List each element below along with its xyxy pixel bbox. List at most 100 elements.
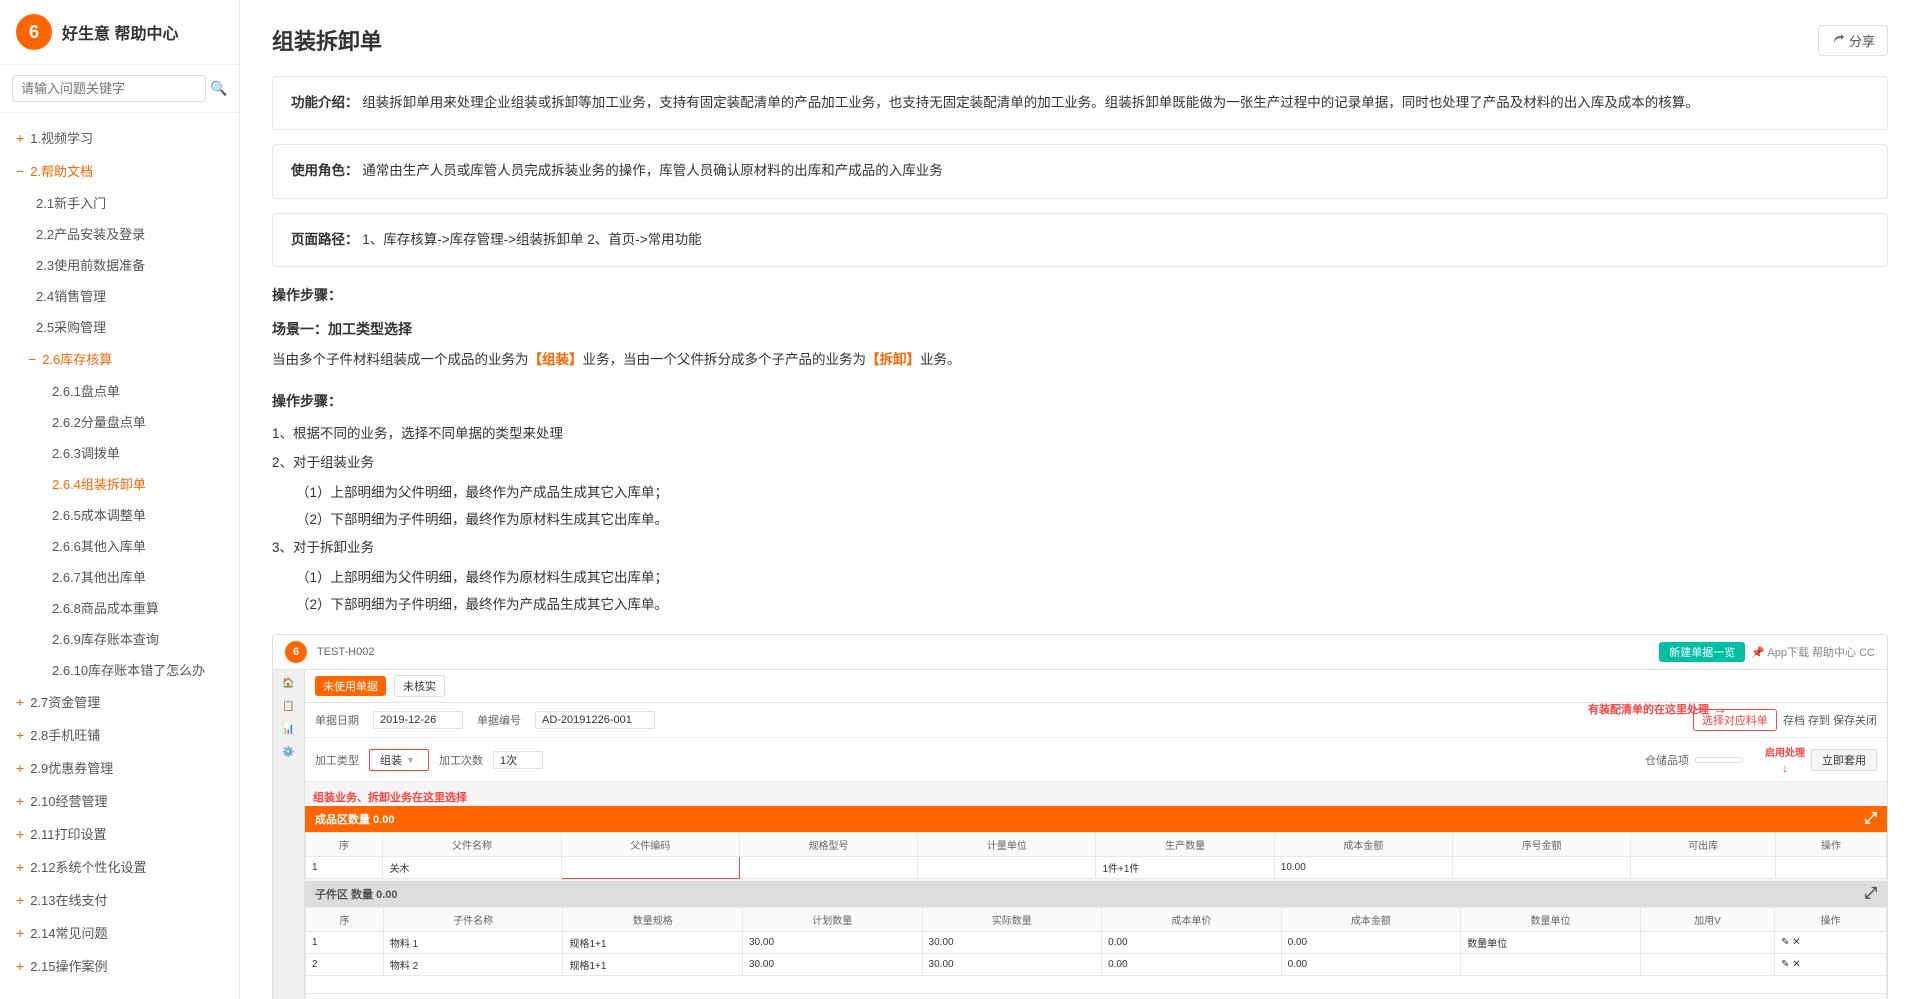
mock-type-select[interactable]: 组装 ▼: [369, 749, 429, 771]
expand-icon: +: [16, 859, 24, 875]
mock-bottom-table: 序 子件名称 数量规格 计划数量 实际数量 成本单价 成本金额 数量单位 加用V: [305, 907, 1887, 999]
mock-td-code[interactable]: [561, 857, 739, 879]
mock-billno-input[interactable]: [535, 711, 655, 729]
mock-main-area: 未使用单据 未核实 单据日期 单据编号 有装配清单的: [305, 670, 1887, 999]
expand-icon: +: [16, 826, 24, 842]
mock-warehouse-input[interactable]: [1695, 757, 1743, 763]
sidebar-item-goodscost[interactable]: 2.6.8商品成本重算: [0, 592, 239, 623]
table-row: [306, 976, 1887, 994]
sidebar-sub-label: 2.6.1盘点单: [52, 384, 120, 399]
annotation3-text: 组装业务、拆卸业务在这里选择: [313, 789, 467, 805]
sidebar-item-sysconfig[interactable]: + 2.12系统个性化设置: [0, 850, 239, 883]
mock-btd-specqty: 规格1+1: [563, 954, 743, 976]
sidebar-item-ops[interactable]: + 2.10经营管理: [0, 784, 239, 817]
scenario1-title: 场景一：加工类型选择: [272, 319, 1888, 339]
mock-btd-enable: [1640, 932, 1774, 954]
mock-toolbar: 未使用单据 未核实: [305, 670, 1887, 703]
mock-td-name: 关木: [383, 857, 561, 879]
mock-th-unit: 计量单位: [918, 833, 1096, 857]
mock-tab-new[interactable]: 未使用单据: [315, 676, 386, 696]
mock-new-btn[interactable]: 新建单据一览: [1659, 642, 1745, 662]
sidebar-item-costadj[interactable]: 2.6.5成本调整单: [0, 499, 239, 530]
sidebar-item-mobile[interactable]: + 2.8手机旺铺: [0, 718, 239, 751]
sidebar-item-data[interactable]: 2.3使用前数据准备: [0, 249, 239, 280]
sidebar-item-assembly[interactable]: 2.6.4组装拆卸单: [0, 468, 239, 499]
sidebar-item-label: 2.14常见问题: [30, 923, 107, 942]
search-button[interactable]: 🔍: [210, 80, 227, 97]
share-button[interactable]: 分享: [1818, 25, 1888, 56]
sidebar-item-sales[interactable]: 2.4销售管理: [0, 280, 239, 311]
sidebar-item-adjust[interactable]: 2.6.3调拨单: [0, 437, 239, 468]
mock-type-label: 加工类型: [315, 752, 359, 768]
mock-td-spec: [739, 857, 917, 879]
main-content: 组装拆卸单 分享 功能介绍： 组装拆卸单用来处理企业组装或拆卸等加工业务，支持有…: [240, 0, 1920, 999]
sidebar-item-inventory[interactable]: − 2.6库存核算: [0, 342, 239, 375]
mock-td-seq: 1: [306, 857, 383, 879]
mock-top-table-container: 序 父件名称 父件编码 规格型号 计量单位 生产数量 成本金额 序号金额 可出库: [305, 832, 1887, 879]
mock-th-canout: 可出库: [1631, 833, 1776, 857]
mock-btd-realqty: 30.00: [922, 954, 1102, 976]
sidebar-sub-label: 2.6.2分量盘点单: [52, 415, 146, 430]
sidebar-item-otherinstock[interactable]: 2.6.6其他入库单: [0, 530, 239, 561]
mock-btd-qtyunit: 数量单位: [1461, 932, 1641, 954]
intro-block: 功能介绍： 组装拆卸单用来处理企业组装或拆卸等加工业务，支持有固定装配清单的产品…: [272, 76, 1888, 130]
sidebar-item-print[interactable]: + 2.11打印设置: [0, 817, 239, 850]
search-input[interactable]: [12, 75, 206, 102]
sidebar-item-video[interactable]: + 1.视频学习: [0, 121, 239, 154]
sidebar-item-cases[interactable]: + 2.15操作案例: [0, 949, 239, 982]
mock-btd-seq: 2: [306, 954, 384, 976]
mock-bottom-section-label: 子件区 数量 0.00: [315, 886, 398, 902]
sidebar-item-install[interactable]: 2.2产品安装及登录: [0, 218, 239, 249]
sidebar-sub-label: 2.1新手入门: [36, 196, 106, 211]
sidebar-item-finance[interactable]: + 2.7资金管理: [0, 685, 239, 718]
mock-nav-settings: ⚙️: [282, 747, 294, 758]
sidebar-item-label: 1.视频学习: [30, 128, 93, 147]
mock-topbar: 6 TEST-H002 新建单据一览 📌 App下载 帮助中心 CC: [273, 635, 1887, 670]
sidebar-item-partstocktake[interactable]: 2.6.2分量盘点单: [0, 406, 239, 437]
sidebar-item-otheroutstock[interactable]: 2.6.7其他出库单: [0, 561, 239, 592]
intro-text: 组装拆卸单用来处理企业组装或拆卸等加工业务，支持有固定装配清单的产品加工业务，也…: [362, 95, 1699, 110]
mock-count-label: 加工次数: [439, 752, 483, 768]
mock-apply-btn[interactable]: 立即套用: [1811, 749, 1877, 771]
sidebar-sub-label: 2.6.3调拨单: [52, 446, 120, 461]
annotation1-text: 有装配清单的在这里处理: [1588, 701, 1709, 717]
mock-td-cost: 10.00: [1274, 857, 1452, 879]
sidebar-item-docs[interactable]: − 2.帮助文档: [0, 154, 239, 187]
mock-count-input[interactable]: [493, 751, 543, 769]
annotation-type: 组装业务、拆卸业务在这里选择: [313, 789, 467, 805]
sidebar-item-stockquery[interactable]: 2.6.9库存账本查询: [0, 623, 239, 654]
mock-expand-icon[interactable]: ⤢: [1864, 810, 1877, 828]
sidebar-item-coupon[interactable]: + 2.9优惠券管理: [0, 751, 239, 784]
step3-2: （2）下部明细为子件明细，最终作为产成品生成其它入库单。: [272, 592, 1888, 618]
share-icon: [1831, 33, 1845, 47]
mock-btd-costamt: 0.00: [1281, 954, 1461, 976]
annotation4-arrow: ↓: [1782, 761, 1788, 775]
mock-btd-realqty: 30.00: [922, 932, 1102, 954]
sidebar-item-stocktake[interactable]: 2.6.1盘点单: [0, 375, 239, 406]
mock-layout: 🏠 📋 📊 ⚙️ 未使用单据 未核实: [273, 670, 1887, 999]
mock-td-unit: [918, 857, 1096, 879]
sidebar-item-purchase[interactable]: 2.5采购管理: [0, 311, 239, 342]
screenshot-mock: 6 TEST-H002 新建单据一览 📌 App下载 帮助中心 CC 🏠 📋 📊…: [273, 635, 1887, 999]
sidebar-item-faq[interactable]: + 2.14常见问题: [0, 916, 239, 949]
mock-th-seqcost: 序号金额: [1453, 833, 1631, 857]
sidebar-item-onlinepay[interactable]: + 2.13在线支付: [0, 883, 239, 916]
sidebar-item-label: 2.7资金管理: [30, 692, 100, 711]
mock-th-name: 父件名称: [383, 833, 561, 857]
mock-tab-pending[interactable]: 未核实: [394, 675, 445, 697]
mock-bth-qtyunit: 数量单位: [1461, 908, 1641, 932]
mock-td-seqcost: [1453, 857, 1631, 879]
mock-save-txt: 存档 存到 保存关闭: [1783, 712, 1877, 728]
step1: 1、根据不同的业务，选择不同单据的类型来处理: [272, 421, 1888, 447]
sidebar-item-stockerr[interactable]: 2.6.10库存账本错了怎么办: [0, 654, 239, 685]
sidebar-item-new[interactable]: 2.1新手入门: [0, 187, 239, 218]
expand-icon: +: [16, 760, 24, 776]
annotation1-arrow: →: [1713, 701, 1727, 717]
intro-label: 功能介绍：: [291, 95, 359, 110]
mock-date-input[interactable]: [373, 711, 463, 729]
mock-bth-action: 操作: [1775, 908, 1887, 932]
mock-bottom-expand-icon[interactable]: ⤢: [1864, 885, 1877, 903]
mock-nav-list: 📋: [282, 701, 294, 712]
expand-icon: +: [16, 694, 24, 710]
mock-btd-specqty: 规格1+1: [563, 932, 743, 954]
